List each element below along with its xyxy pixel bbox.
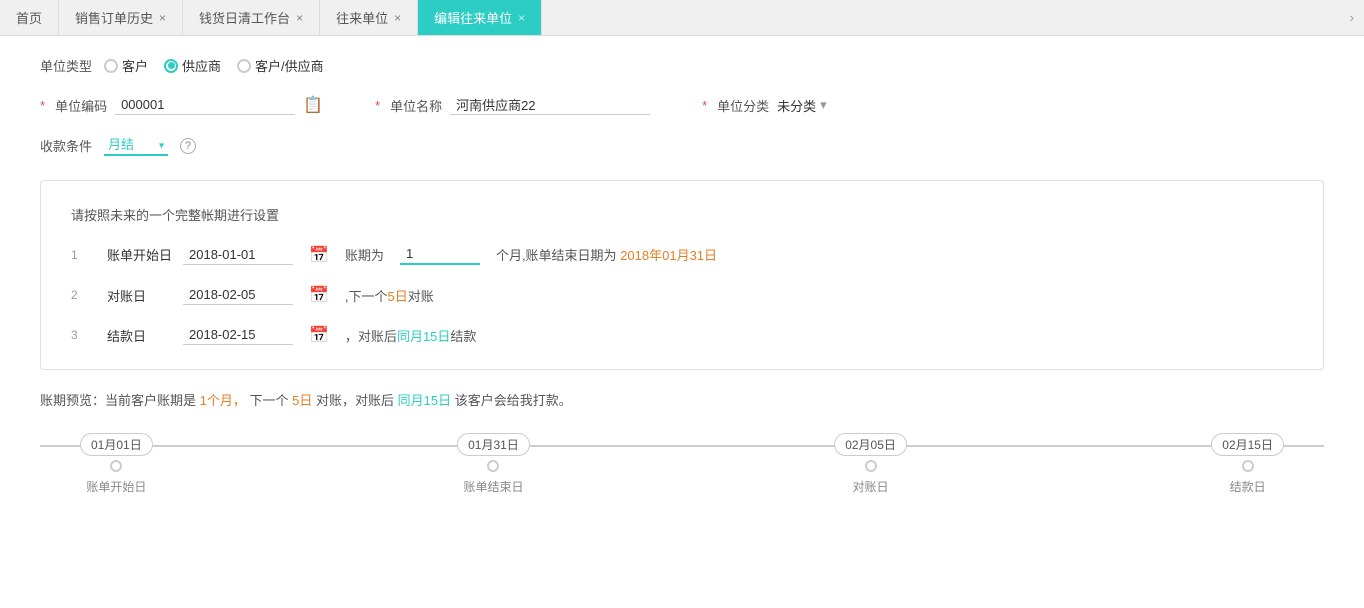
radio-circle-both [237, 59, 251, 73]
unit-code-calendar-icon[interactable]: 📋 [303, 95, 323, 115]
tab-close-sales-order-history[interactable]: × [159, 11, 166, 25]
unit-code-label: 单位编码 [55, 96, 107, 115]
panel-row-3: 3 结款日 📅 ，对账后同月15日结款 [71, 325, 1293, 345]
timeline-dot-1 [110, 460, 122, 472]
radio-supplier[interactable]: 供应商 [164, 56, 221, 75]
timeline-badge-4: 02月15日 [1211, 433, 1284, 456]
payment-date-input[interactable] [183, 325, 293, 345]
payment-date-calendar-icon[interactable]: 📅 [309, 325, 329, 345]
unit-name-label: 单位名称 [390, 96, 442, 115]
row-num-1: 1 [71, 248, 91, 262]
payment-condition-row: 收款条件 月结 现结 半月结 季结 ? [40, 135, 1324, 156]
preview-payment-day: 同月15日 [398, 393, 451, 408]
period-value-input[interactable] [400, 244, 480, 265]
panel-title: 请按照未来的一个完整帐期进行设置 [71, 205, 1293, 224]
timeline-dot-2 [487, 460, 499, 472]
preview-text: 账期预览：当前客户账期是 1个月， 下一个 5日 对账，对账后 同月15日 该客… [40, 390, 1324, 409]
timeline-label-1: 账单开始日 [86, 478, 146, 495]
payment-condition-select-wrapper: 月结 现结 半月结 季结 [104, 135, 168, 156]
period-unit: 个月,账单结束日期为 2018年01月31日 [496, 245, 717, 264]
unit-category-group: * 单位分类 未分类 ▾ [702, 96, 827, 115]
timeline-dot-3 [865, 460, 877, 472]
row-label-3: 结款日 [107, 326, 167, 345]
preview-section: 账期预览：当前客户账期是 1个月， 下一个 5日 对账，对账后 同月15日 该客… [40, 390, 1324, 495]
tab-home[interactable]: 首页 [0, 0, 59, 35]
row-label-1: 账单开始日 [107, 245, 167, 264]
tab-close-cash-work[interactable]: × [296, 11, 303, 25]
period-label-before: 账期为 [345, 245, 384, 264]
unit-name-group: * 单位名称 [375, 95, 650, 115]
payment-condition-help-icon[interactable]: ? [180, 138, 196, 154]
timeline-point-1: 01月01日 账单开始日 [80, 433, 153, 495]
tab-more-arrow[interactable]: › [1340, 0, 1364, 35]
radio-both[interactable]: 客户/供应商 [237, 56, 324, 75]
tab-bar: 首页 销售订单历史 × 钱货日清工作台 × 往来单位 × 编辑往来单位 × › [0, 0, 1364, 36]
payment-day-highlight: 同月15日 [397, 329, 450, 344]
timeline-badge-3: 02月05日 [834, 433, 907, 456]
timeline-container: 01月01日 账单开始日 01月31日 账单结束日 02月05日 对账日 02月… [40, 433, 1324, 495]
radio-circle-supplier [164, 59, 178, 73]
unit-category-value: 未分类 [777, 96, 816, 115]
preview-reconcile-day: 5日 [292, 393, 312, 408]
unit-type-label: 单位类型 [40, 56, 92, 75]
reconcile-day-highlight: 5日 [388, 289, 408, 304]
row-num-3: 3 [71, 328, 91, 342]
radio-circle-customer [104, 59, 118, 73]
unit-code-group: * 单位编码 📋 [40, 95, 323, 115]
unit-name-input[interactable] [450, 95, 650, 115]
tab-cash-work[interactable]: 钱货日清工作台 × [183, 0, 320, 35]
timeline-label-2: 账单结束日 [463, 478, 523, 495]
timeline-point-2: 01月31日 账单结束日 [457, 433, 530, 495]
timeline-point-3: 02月05日 对账日 [834, 433, 907, 495]
row-label-2: 对账日 [107, 286, 167, 305]
timeline-label-3: 对账日 [853, 478, 889, 495]
timeline: 01月01日 账单开始日 01月31日 账单结束日 02月05日 对账日 02月… [80, 433, 1284, 495]
timeline-dot-4 [1242, 460, 1254, 472]
timeline-label-4: 结款日 [1230, 478, 1266, 495]
tab-sales-order-history[interactable]: 销售订单历史 × [59, 0, 183, 35]
start-date-calendar-icon[interactable]: 📅 [309, 245, 329, 265]
reconcile-date-calendar-icon[interactable]: 📅 [309, 285, 329, 305]
unit-category-chevron-icon: ▾ [820, 97, 827, 113]
unit-type-radio-group: 客户 供应商 客户/供应商 [104, 56, 324, 75]
main-content: 单位类型 客户 供应商 客户/供应商 * 单位编码 📋 * 单位名称 [0, 36, 1364, 608]
payment-condition-select[interactable]: 月结 现结 半月结 季结 [104, 135, 168, 156]
tab-edit-partner[interactable]: 编辑往来单位 × [418, 0, 542, 35]
settings-panel: 请按照未来的一个完整帐期进行设置 1 账单开始日 📅 账期为 个月,账单结束日期… [40, 180, 1324, 370]
payment-condition-label: 收款条件 [40, 136, 92, 155]
tab-partner[interactable]: 往来单位 × [320, 0, 418, 35]
period-end-date: 2018年01月31日 [620, 248, 717, 263]
preview-period: 1个月， [200, 393, 246, 408]
timeline-badge-1: 01月01日 [80, 433, 153, 456]
reconcile-desc: ,下一个5日对账 [345, 286, 434, 305]
row-num-2: 2 [71, 288, 91, 302]
tab-close-partner[interactable]: × [394, 11, 401, 25]
reconcile-date-input[interactable] [183, 285, 293, 305]
payment-desc: ，对账后同月15日结款 [345, 326, 477, 345]
panel-row-2: 2 对账日 📅 ,下一个5日对账 [71, 285, 1293, 305]
unit-type-row: 单位类型 客户 供应商 客户/供应商 [40, 56, 1324, 75]
radio-customer[interactable]: 客户 [104, 56, 148, 75]
unit-category-label: 单位分类 [717, 96, 769, 115]
unit-info-row: * 单位编码 📋 * 单位名称 * 单位分类 未分类 ▾ [40, 95, 1324, 115]
timeline-point-4: 02月15日 结款日 [1211, 433, 1284, 495]
start-date-input[interactable] [183, 245, 293, 265]
unit-code-input[interactable] [115, 95, 295, 115]
panel-row-1: 1 账单开始日 📅 账期为 个月,账单结束日期为 2018年01月31日 [71, 244, 1293, 265]
tab-close-edit-partner[interactable]: × [518, 11, 525, 25]
timeline-badge-2: 01月31日 [457, 433, 530, 456]
unit-category-dropdown[interactable]: 未分类 ▾ [777, 96, 827, 115]
